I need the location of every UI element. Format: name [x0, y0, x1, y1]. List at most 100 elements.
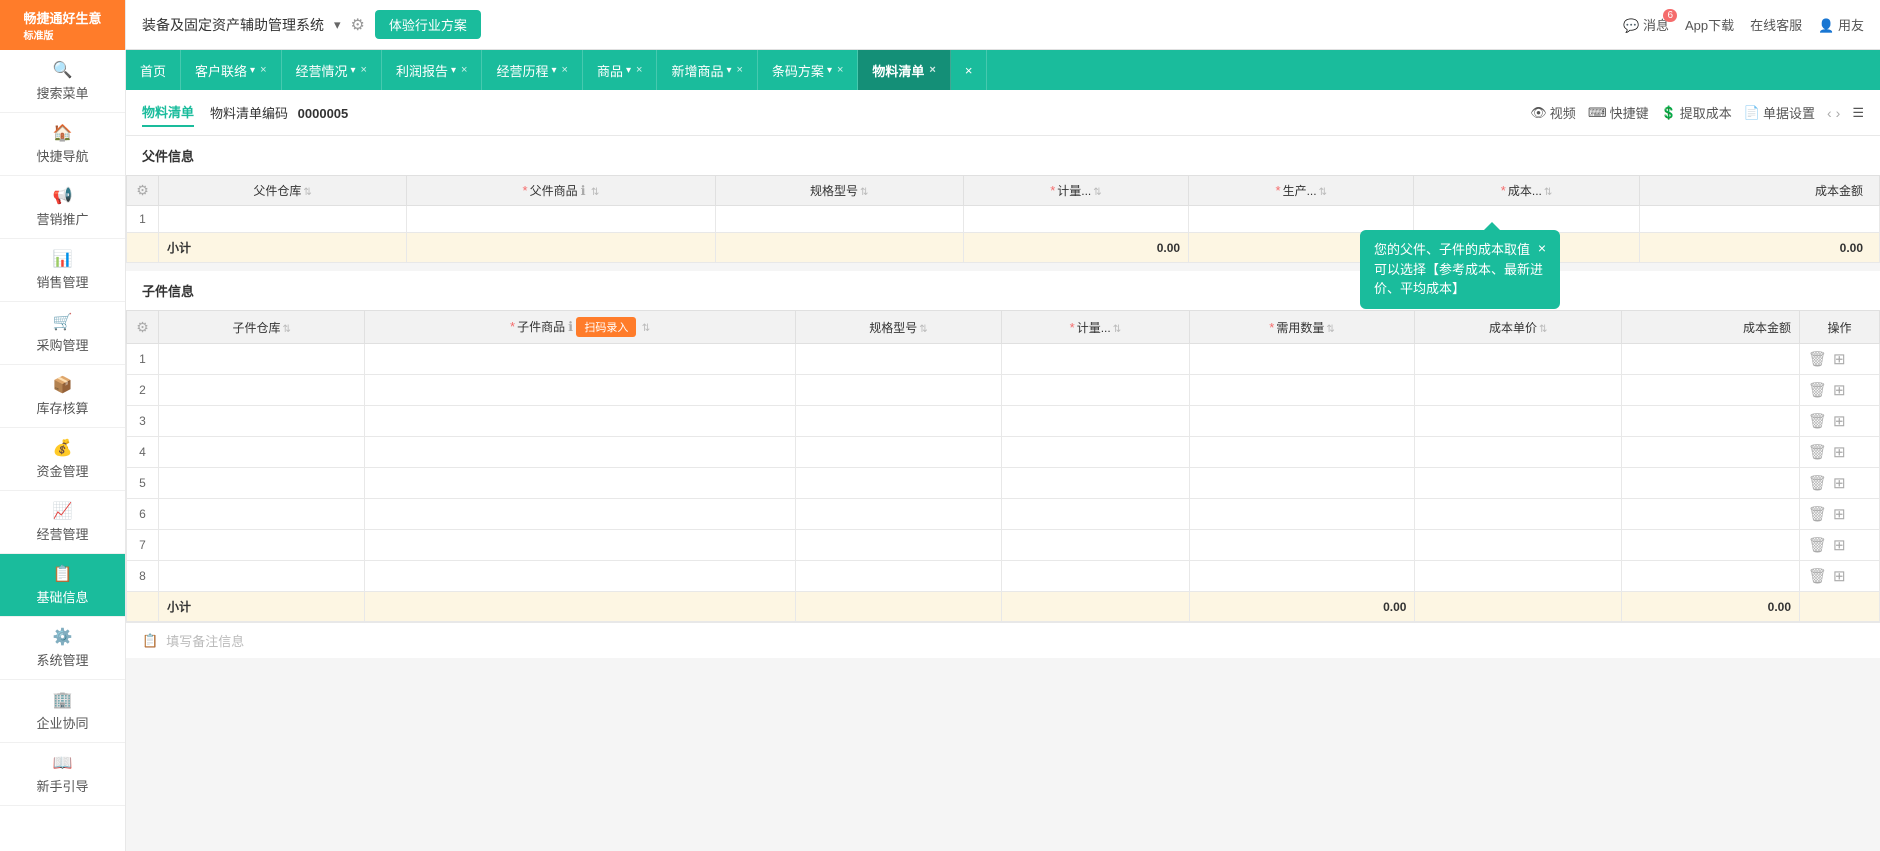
copy-icon-4[interactable]: ⊞ [1833, 443, 1846, 461]
child-cell-unit-6[interactable] [1002, 499, 1189, 530]
nav-tab-barcode[interactable]: 条码方案▾× [758, 50, 858, 90]
child-cell-warehouse-8[interactable] [159, 561, 365, 592]
sidebar-item-guide[interactable]: 📖新手引导 [0, 743, 125, 806]
copy-icon-2[interactable]: ⊞ [1833, 381, 1846, 399]
try-button[interactable]: 体验行业方案 [375, 10, 481, 39]
child-cell-quantity-6[interactable] [1189, 499, 1415, 530]
menu-icon[interactable]: ☰ [1852, 105, 1864, 121]
child-cell-unit-2[interactable] [1002, 375, 1189, 406]
sidebar-item-system[interactable]: ⚙️系统管理 [0, 617, 125, 680]
sidebar-item-operation[interactable]: 📈经营管理 [0, 491, 125, 554]
delete-icon-3[interactable]: 🗑 [1808, 412, 1827, 430]
child-cell-spec-8[interactable] [795, 561, 1001, 592]
child-cell-spec-5[interactable] [795, 468, 1001, 499]
child-cell-goods-2[interactable] [365, 375, 795, 406]
system-dropdown-icon[interactable]: ▾ [334, 17, 341, 33]
nav-tab-new-goods[interactable]: 新增商品▾× [657, 50, 757, 90]
copy-icon-3[interactable]: ⊞ [1833, 412, 1846, 430]
prev-arrow[interactable]: ‹ [1827, 105, 1832, 121]
sidebar-item-sales[interactable]: 📊销售管理 [0, 239, 125, 302]
child-cell-warehouse-6[interactable] [159, 499, 365, 530]
sidebar-item-marketing[interactable]: 📢营销推广 [0, 176, 125, 239]
nav-tab-home[interactable]: 首页 [126, 50, 181, 90]
child-cell-amount-8[interactable] [1621, 561, 1799, 592]
child-cell-unit-price-3[interactable] [1415, 406, 1621, 437]
child-cell-unit-price-5[interactable] [1415, 468, 1621, 499]
copy-icon-7[interactable]: ⊞ [1833, 536, 1846, 554]
child-cell-warehouse-3[interactable] [159, 406, 365, 437]
child-cell-warehouse-2[interactable] [159, 375, 365, 406]
child-cell-goods-5[interactable] [365, 468, 795, 499]
parent-goods-info-icon[interactable]: ℹ [581, 183, 586, 198]
child-cell-spec-7[interactable] [795, 530, 1001, 561]
copy-icon-8[interactable]: ⊞ [1833, 567, 1846, 585]
settings-icon[interactable]: ⚙ [351, 15, 365, 35]
note-placeholder[interactable]: 填写备注信息 [166, 631, 244, 650]
nav-tab-close[interactable]: × [951, 50, 988, 90]
copy-icon-6[interactable]: ⊞ [1833, 505, 1846, 523]
child-th-gear[interactable]: ⚙ [127, 311, 159, 344]
child-cell-quantity-2[interactable] [1189, 375, 1415, 406]
nav-tab-goods[interactable]: 商品▾× [583, 50, 657, 90]
child-cell-quantity-5[interactable] [1189, 468, 1415, 499]
sidebar-item-purchase[interactable]: 🛒采购管理 [0, 302, 125, 365]
parent-cell-production-1[interactable] [1189, 206, 1414, 233]
next-arrow[interactable]: › [1836, 105, 1841, 121]
child-cell-goods-8[interactable] [365, 561, 795, 592]
child-cell-amount-5[interactable] [1621, 468, 1799, 499]
child-cell-unit-price-8[interactable] [1415, 561, 1621, 592]
app-download-link[interactable]: App下载 [1685, 15, 1734, 34]
child-cell-unit-price-7[interactable] [1415, 530, 1621, 561]
nav-tab-close-customer[interactable]: × [260, 64, 266, 76]
child-cell-unit-price-6[interactable] [1415, 499, 1621, 530]
nav-tab-history[interactable]: 经营历程▾× [482, 50, 582, 90]
view-action[interactable]: 👁 视频 [1530, 103, 1576, 122]
sidebar-item-inventory[interactable]: 📦库存核算 [0, 365, 125, 428]
parent-cell-spec-1[interactable] [715, 206, 963, 233]
sidebar-item-basic[interactable]: 📋基础信息 [0, 554, 125, 617]
child-cell-amount-2[interactable] [1621, 375, 1799, 406]
tooltip-close[interactable]: × [1538, 238, 1546, 259]
parent-cell-goods-1[interactable] [407, 206, 716, 233]
sidebar-item-quick-nav[interactable]: 🏠快捷导航 [0, 113, 125, 176]
delete-icon-4[interactable]: 🗑 [1808, 443, 1827, 461]
child-cell-goods-4[interactable] [365, 437, 795, 468]
parent-cell-amount-1[interactable] [1639, 206, 1879, 233]
nav-tab-close-profit[interactable]: × [461, 64, 467, 76]
sidebar-item-search[interactable]: 🔍搜索菜单 [0, 50, 125, 113]
child-cell-unit-5[interactable] [1002, 468, 1189, 499]
delete-icon-6[interactable]: 🗑 [1808, 505, 1827, 523]
child-cell-goods-6[interactable] [365, 499, 795, 530]
nav-tab-close-barcode[interactable]: × [837, 64, 843, 76]
child-cell-unit-price-1[interactable] [1415, 344, 1621, 375]
child-cell-amount-1[interactable] [1621, 344, 1799, 375]
child-cell-spec-2[interactable] [795, 375, 1001, 406]
nav-tab-close-history[interactable]: × [562, 64, 568, 76]
child-cell-quantity-3[interactable] [1189, 406, 1415, 437]
child-cell-spec-6[interactable] [795, 499, 1001, 530]
child-cell-spec-4[interactable] [795, 437, 1001, 468]
child-cell-unit-3[interactable] [1002, 406, 1189, 437]
nav-tab-profit[interactable]: 利润报告▾× [382, 50, 482, 90]
delete-icon-7[interactable]: 🗑 [1808, 536, 1827, 554]
child-cell-unit-4[interactable] [1002, 437, 1189, 468]
nav-tab-close-bom[interactable]: × [929, 64, 935, 76]
child-cell-amount-4[interactable] [1621, 437, 1799, 468]
delete-icon-5[interactable]: 🗑 [1808, 474, 1827, 492]
child-cell-unit-price-2[interactable] [1415, 375, 1621, 406]
scan-button[interactable]: 扫码录入 [576, 317, 636, 337]
parent-th-gear[interactable]: ⚙ [127, 176, 159, 206]
child-goods-info-icon[interactable]: ℹ [568, 319, 573, 334]
child-cell-warehouse-7[interactable] [159, 530, 365, 561]
delete-icon-1[interactable]: 🗑 [1808, 350, 1827, 368]
nav-tab-bom[interactable]: 物料清单× [858, 50, 950, 90]
sub-tab-bom-code[interactable]: 物料清单编码 0000005 [210, 99, 348, 126]
copy-icon-5[interactable]: ⊞ [1833, 474, 1846, 492]
parent-cell-cost-1[interactable] [1414, 206, 1639, 233]
sidebar-item-finance[interactable]: 💰资金管理 [0, 428, 125, 491]
child-cell-spec-1[interactable] [795, 344, 1001, 375]
child-cell-goods-3[interactable] [365, 406, 795, 437]
delete-icon-2[interactable]: 🗑 [1808, 381, 1827, 399]
online-service-link[interactable]: 在线客服 [1750, 15, 1802, 34]
copy-icon-1[interactable]: ⊞ [1833, 350, 1846, 368]
